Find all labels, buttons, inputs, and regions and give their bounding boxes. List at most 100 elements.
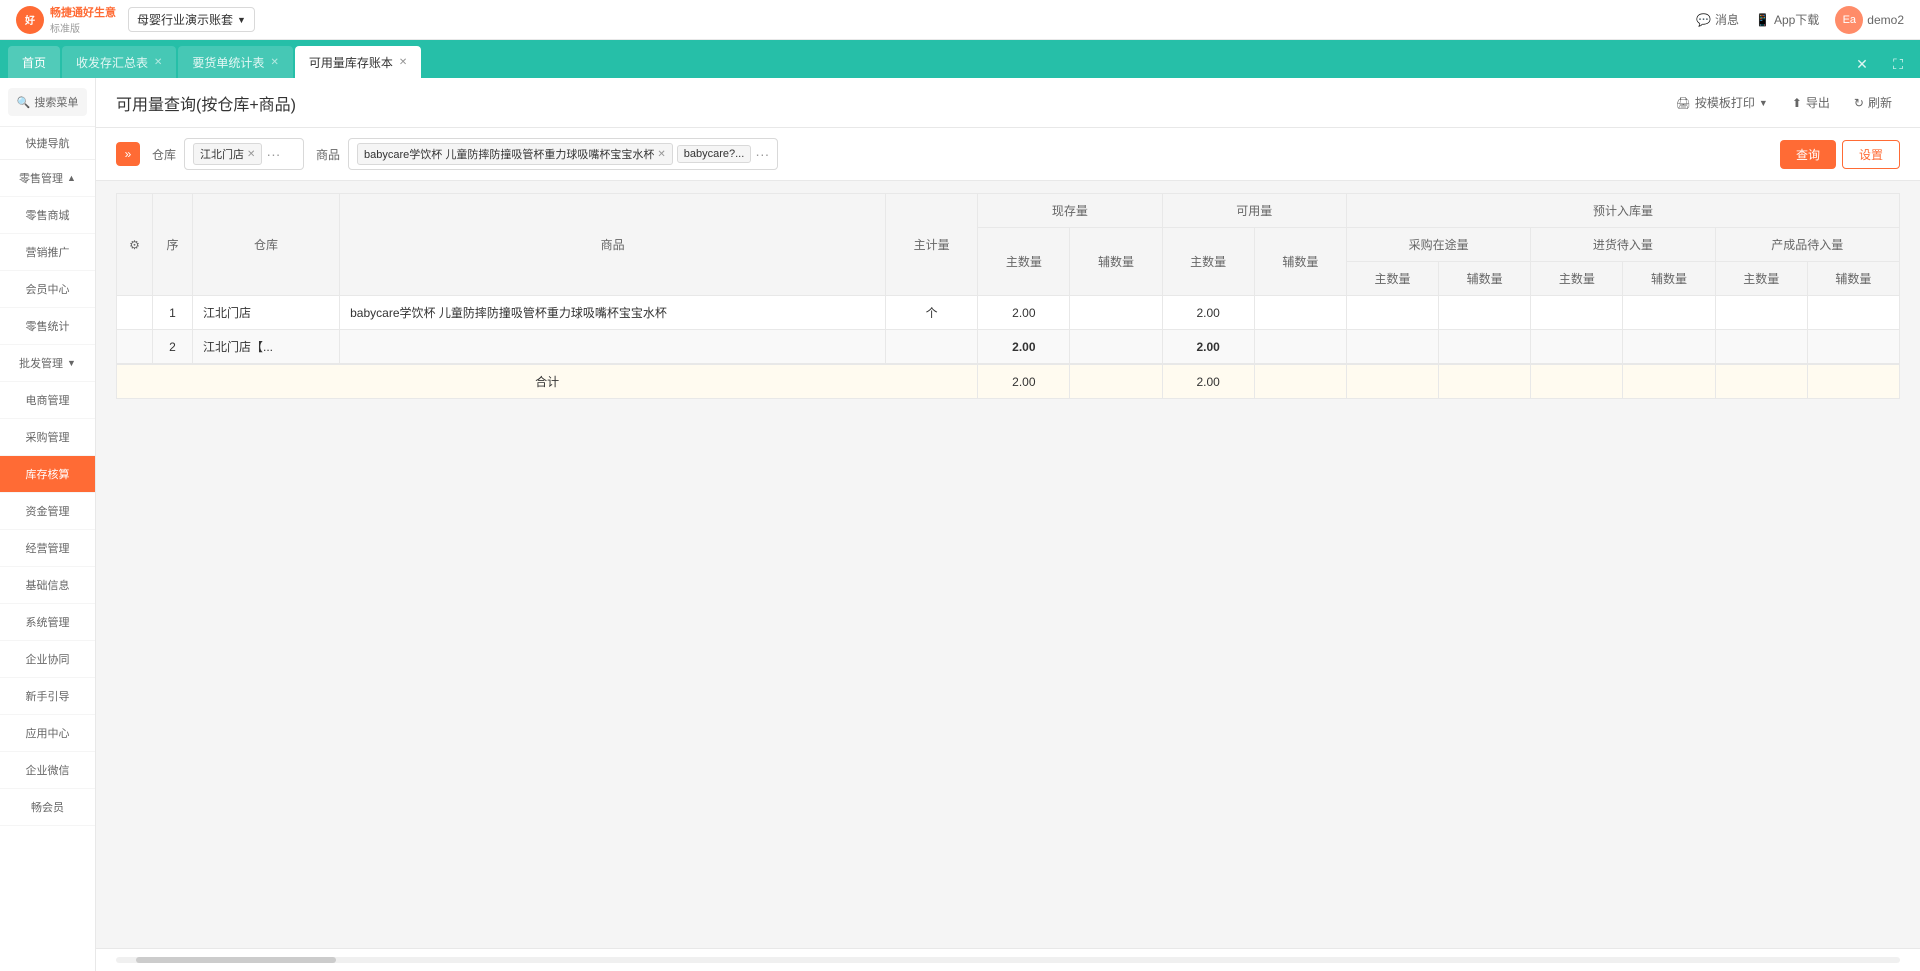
row1-no: 1	[153, 296, 193, 330]
th-settings[interactable]: ⚙	[117, 194, 153, 296]
data-table: ⚙ 序 仓库 商品 主计量 现存量 可用量 预计入库量 主数量 辅数量 主数量 …	[116, 193, 1900, 399]
warehouse-tag: 江北门店 ✕	[193, 143, 262, 165]
product-tag2: babycare?...	[677, 145, 752, 163]
th-purchase-aux: 辅数量	[1439, 262, 1531, 296]
industry-selector[interactable]: 母婴行业演示账套 ▼	[128, 7, 255, 32]
tab-close-receive-send[interactable]: ✕	[154, 57, 162, 68]
th-product: 商品	[340, 194, 886, 296]
th-warehouse: 仓库	[193, 194, 340, 296]
row2-inbound-main	[1531, 330, 1623, 365]
row2-product	[340, 330, 886, 365]
scrollbar-thumb[interactable]	[136, 957, 336, 963]
warehouse-more-btn[interactable]: ···	[266, 146, 280, 162]
row2-current-main: 2.00	[978, 330, 1070, 365]
expand-filter-btn[interactable]: »	[116, 142, 140, 166]
search-menu-btn[interactable]: 🔍 搜索菜单	[8, 88, 87, 116]
sidebar-item-wholesale[interactable]: 批发管理 ▼	[0, 345, 95, 382]
sidebar-quick-nav[interactable]: 快捷导航	[0, 127, 95, 160]
row2-purchase-main	[1346, 330, 1438, 365]
total-row: 合计 2.00 2.00	[117, 364, 1900, 399]
total-label: 合计	[117, 364, 978, 399]
row2-check[interactable]	[117, 330, 153, 365]
tab-close-available-stock[interactable]: ✕	[399, 57, 407, 68]
export-icon: ⬆	[1792, 96, 1802, 110]
tab-home[interactable]: 首页	[8, 46, 60, 78]
message-icon: 💬	[1696, 13, 1711, 27]
sidebar-item-enterprise[interactable]: 企业协同	[0, 641, 95, 678]
table-row: 2 江北门店【... 2.00 2.00	[117, 330, 1900, 365]
sidebar-item-system[interactable]: 系统管理	[0, 604, 95, 641]
query-btn[interactable]: 查询	[1780, 140, 1836, 169]
row1-warehouse: 江北门店	[193, 296, 340, 330]
tab-close-btn[interactable]: ✕	[1848, 50, 1876, 78]
main-layout: 🔍 搜索菜单 快捷导航 零售管理 ▲ 零售商城 营销推广 会员中心 零售统计 批…	[0, 78, 1920, 971]
th-purchase-main: 主数量	[1346, 262, 1438, 296]
row1-finished-main	[1715, 296, 1807, 330]
th-inbound-aux: 辅数量	[1623, 262, 1715, 296]
sidebar-item-marketing[interactable]: 营销推广	[0, 234, 95, 271]
row1-current-aux	[1070, 296, 1162, 330]
sidebar-item-app-center[interactable]: 应用中心	[0, 715, 95, 752]
row1-current-main: 2.00	[978, 296, 1070, 330]
tab-maximize-btn[interactable]: ⛶	[1884, 50, 1912, 78]
row1-check[interactable]	[117, 296, 153, 330]
row2-purchase-aux	[1439, 330, 1531, 365]
sidebar-item-new-guide[interactable]: 新手引导	[0, 678, 95, 715]
sidebar-item-retail-stats[interactable]: 零售统计	[0, 308, 95, 345]
th-available: 可用量	[1162, 194, 1346, 228]
sidebar-item-inventory[interactable]: 库存核算	[0, 456, 95, 493]
row2-inbound-aux	[1623, 330, 1715, 365]
warehouse-label: 仓库	[152, 146, 176, 163]
tab-order-stats[interactable]: 要货单统计表 ✕	[178, 46, 292, 78]
row2-no: 2	[153, 330, 193, 365]
print-icon: 🖨	[1676, 96, 1691, 110]
th-available-aux: 辅数量	[1254, 228, 1346, 296]
scrollbar-track[interactable]	[116, 957, 1900, 963]
warehouse-input[interactable]: 江北门店 ✕ ···	[184, 138, 304, 170]
logo: 好 畅捷通好生意 标准版	[16, 4, 116, 35]
row1-available-aux	[1254, 296, 1346, 330]
setting-btn[interactable]: 设置	[1842, 140, 1900, 169]
th-current-main: 主数量	[978, 228, 1070, 296]
total-inbound-main	[1531, 364, 1623, 399]
total-finished-main	[1715, 364, 1807, 399]
total-available-main: 2.00	[1162, 364, 1254, 399]
th-available-main: 主数量	[1162, 228, 1254, 296]
row2-available-aux	[1254, 330, 1346, 365]
sidebar-item-finance[interactable]: 资金管理	[0, 493, 95, 530]
sidebar-item-retail-mgmt[interactable]: 零售管理 ▲	[0, 160, 95, 197]
product-tag1: babycare学饮杯 儿童防摔防撞吸管杯重力球吸嘴杯宝宝水杯 ✕	[357, 143, 673, 165]
sidebar-item-purchase[interactable]: 采购管理	[0, 419, 95, 456]
row1-product: babycare学饮杯 儿童防摔防撞吸管杯重力球吸嘴杯宝宝水杯	[340, 296, 886, 330]
product-input[interactable]: babycare学饮杯 儿童防摔防撞吸管杯重力球吸嘴杯宝宝水杯 ✕ babyca…	[348, 138, 778, 170]
user-avatar[interactable]: Ea demo2	[1835, 6, 1904, 34]
export-btn[interactable]: ⬆ 导出	[1784, 90, 1838, 115]
product-tag1-close[interactable]: ✕	[657, 149, 665, 160]
template-print-btn[interactable]: 🖨 按模板打印 ▼	[1668, 90, 1776, 115]
product-label: 商品	[316, 146, 340, 163]
page-actions: 🖨 按模板打印 ▼ ⬆ 导出 ↻ 刷新	[1668, 90, 1900, 127]
th-current-stock: 现存量	[978, 194, 1162, 228]
th-finished-main: 主数量	[1715, 262, 1807, 296]
sidebar-item-ecommerce[interactable]: 电商管理	[0, 382, 95, 419]
message-action[interactable]: 💬 消息	[1696, 11, 1739, 28]
row1-inbound-main	[1531, 296, 1623, 330]
filter-actions: 查询 设置	[1780, 140, 1900, 169]
product-more-btn[interactable]: ···	[755, 146, 769, 162]
tab-receive-send[interactable]: 收发存汇总表 ✕	[62, 46, 176, 78]
refresh-btn[interactable]: ↻ 刷新	[1846, 90, 1900, 115]
th-inbound-pending: 进货待入量	[1531, 228, 1715, 262]
warehouse-filter-group: 仓库 江北门店 ✕ ···	[152, 138, 304, 170]
total-purchase-aux	[1439, 364, 1531, 399]
total-current-main: 2.00	[978, 364, 1070, 399]
tab-available-stock[interactable]: 可用量库存账本 ✕	[295, 46, 421, 78]
sidebar-item-retail-mall[interactable]: 零售商城	[0, 197, 95, 234]
tab-close-order-stats[interactable]: ✕	[270, 57, 278, 68]
sidebar-item-member[interactable]: 会员中心	[0, 271, 95, 308]
app-download-action[interactable]: 📱 App下载	[1755, 11, 1819, 28]
sidebar-item-basic[interactable]: 基础信息	[0, 567, 95, 604]
sidebar-item-ops[interactable]: 经营管理	[0, 530, 95, 567]
sidebar-item-corp-wechat[interactable]: 企业微信	[0, 752, 95, 789]
sidebar-item-vip[interactable]: 畅会员	[0, 789, 95, 826]
warehouse-tag-close[interactable]: ✕	[247, 149, 255, 160]
